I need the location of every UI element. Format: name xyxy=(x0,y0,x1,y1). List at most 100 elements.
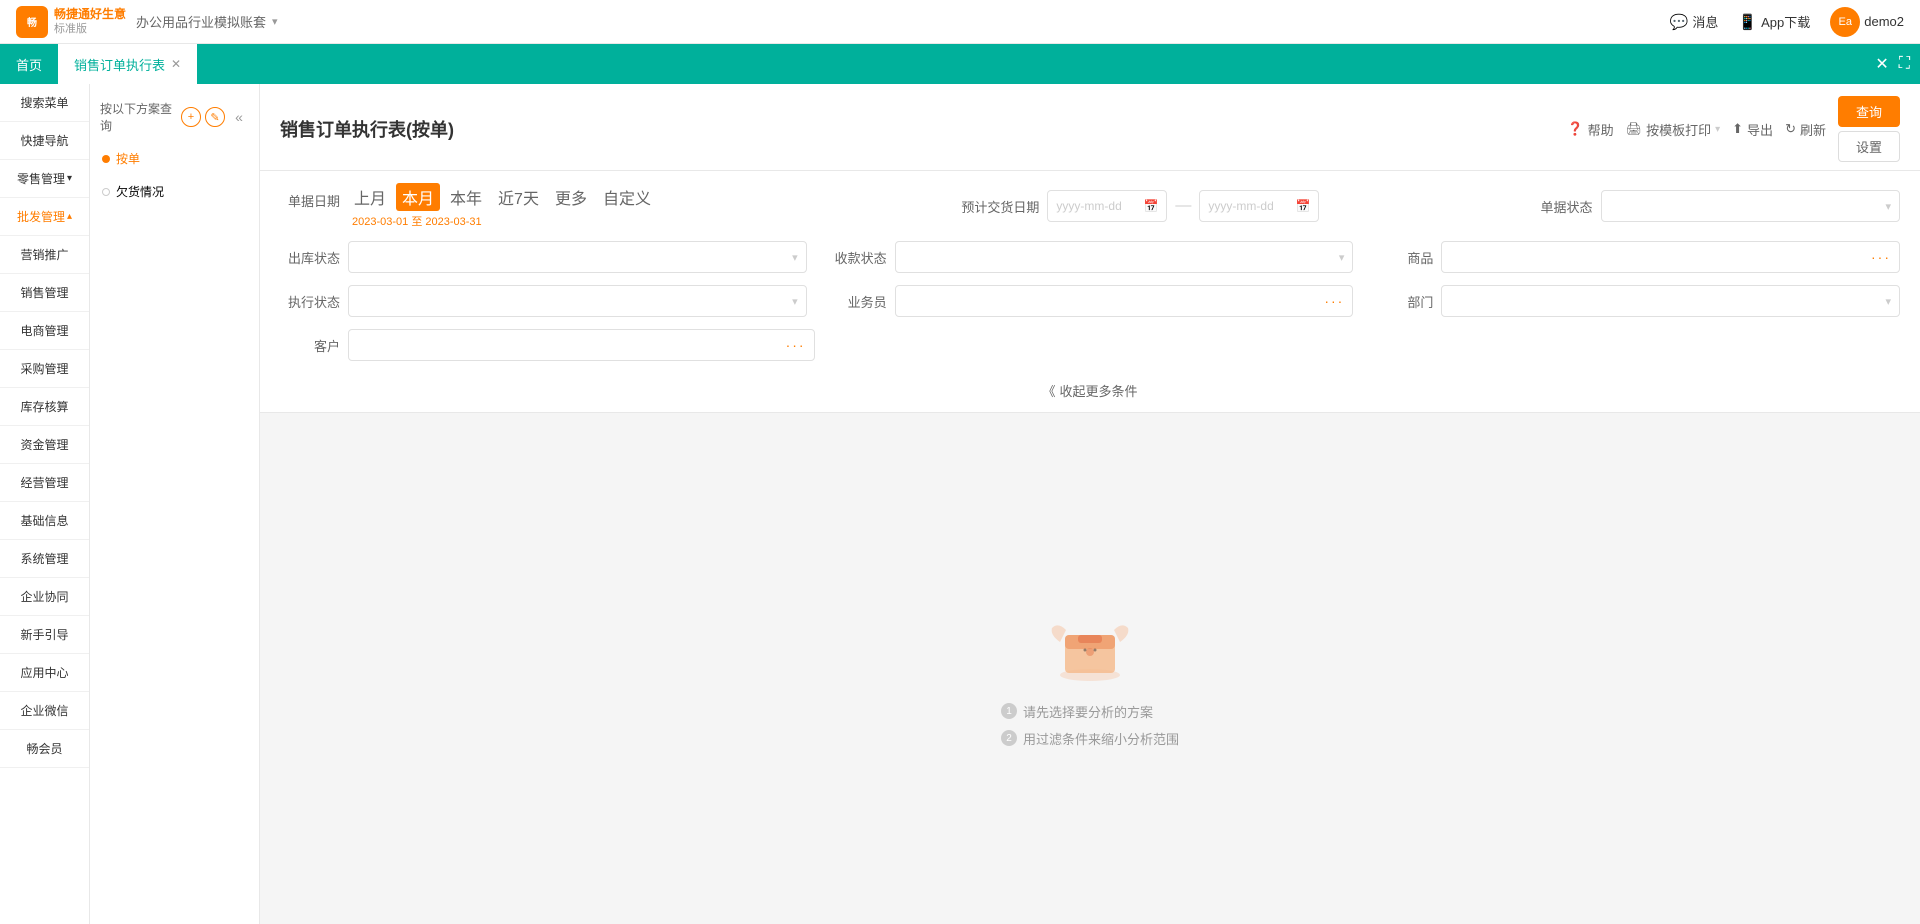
payment-status-select[interactable]: ▾ xyxy=(895,241,1354,273)
add-scheme-button[interactable]: + xyxy=(181,107,201,127)
export-button[interactable]: ⬆ 导出 xyxy=(1732,120,1773,139)
date-tab-last-month[interactable]: 上月 xyxy=(348,183,392,211)
logo-text-line2: 标准版 xyxy=(54,22,126,36)
calendar-start-icon: 📅 xyxy=(1143,199,1158,213)
product-picker[interactable]: ··· xyxy=(1441,241,1900,273)
customer-picker[interactable]: ··· xyxy=(348,329,815,361)
tip-text-2: 用过滤条件来缩小分析范围 xyxy=(1023,729,1179,748)
refresh-button[interactable]: ↻ 刷新 xyxy=(1785,120,1826,139)
breadcrumb[interactable]: 办公用品行业模拟账套 ▾ xyxy=(136,12,278,31)
sidebar-sales-label: 销售管理 xyxy=(20,286,68,300)
tab-home[interactable]: 首页 xyxy=(0,44,58,84)
sidebar-wechat-label: 企业微信 xyxy=(20,704,68,718)
sidebar-retail-label: 零售管理 xyxy=(17,170,65,187)
sidebar-item-ecommerce[interactable]: 电商管理 xyxy=(0,312,89,350)
date-tab-7days[interactable]: 近7天 xyxy=(492,183,545,211)
sidebar-operations-label: 经营管理 xyxy=(20,476,68,490)
left-panel-header: 按以下方案查询 + ✎ « xyxy=(90,94,259,142)
filter-dept: 部门 ▾ xyxy=(1373,285,1900,317)
sidebar-item-app-center[interactable]: 应用中心 xyxy=(0,654,89,692)
chevron-up-icon: ▴ xyxy=(67,211,72,222)
date-tab-more[interactable]: 更多 xyxy=(549,183,593,211)
setting-button[interactable]: 设置 xyxy=(1838,131,1900,162)
tab-close-icon[interactable]: ✕ xyxy=(171,58,181,70)
tab-controls: ✕ ⛶ xyxy=(1865,54,1920,74)
filter-area: 单据日期 上月 本月 本年 近7天 更多 自定义 2023-03-01 至 20… xyxy=(260,171,1920,413)
date-range-display: 2023-03-01 至 2023-03-31 xyxy=(348,213,657,229)
salesperson-dots-icon: ··· xyxy=(1324,293,1344,309)
forecast-date-start-input[interactable]: yyyy-mm-dd 📅 xyxy=(1047,190,1167,222)
scheme-item-shortage[interactable]: 欠货情况 xyxy=(90,175,259,208)
print-dropdown-icon: ▾ xyxy=(1715,124,1720,135)
sidebar-item-member[interactable]: 畅会员 xyxy=(0,730,89,768)
tip-text-1: 请先选择要分析的方案 xyxy=(1023,702,1153,721)
print-button[interactable]: 🖨 按模板打印 ▾ xyxy=(1626,120,1721,139)
scheme-item-order-label: 按单 xyxy=(116,150,140,167)
sidebar-finance-label: 资金管理 xyxy=(20,438,68,452)
avatar-text: Ea xyxy=(1839,16,1852,28)
query-button[interactable]: 查询 xyxy=(1838,96,1900,127)
sidebar-item-retail[interactable]: 零售管理 ▾ xyxy=(0,160,89,198)
tip-num-1: 1 xyxy=(1001,703,1017,719)
breadcrumb-text: 办公用品行业模拟账套 xyxy=(136,12,266,31)
sidebar-item-marketing[interactable]: 营销推广 xyxy=(0,236,89,274)
filter-exec-status: 执行状态 ▾ xyxy=(280,285,807,317)
sidebar-purchase-label: 采购管理 xyxy=(20,362,68,376)
calendar-end-icon: 📅 xyxy=(1295,199,1310,213)
help-icon: ❓ xyxy=(1567,121,1583,137)
salesperson-picker[interactable]: ··· xyxy=(895,285,1354,317)
product-dots-icon: ··· xyxy=(1871,249,1891,265)
stock-status-select[interactable]: ▾ xyxy=(348,241,807,273)
sidebar-item-finance[interactable]: 资金管理 xyxy=(0,426,89,464)
tab-sales-order[interactable]: 销售订单执行表 ✕ xyxy=(58,44,197,84)
sidebar-item-sales[interactable]: 销售管理 xyxy=(0,274,89,312)
date-tabs-group: 上月 本月 本年 近7天 更多 自定义 xyxy=(348,183,657,211)
user-menu[interactable]: Ea demo2 xyxy=(1830,7,1904,37)
filter-row-1: 单据日期 上月 本月 本年 近7天 更多 自定义 2023-03-01 至 20… xyxy=(280,183,1900,229)
app-download-button[interactable]: 📱 App下载 xyxy=(1738,12,1810,31)
user-avatar: Ea xyxy=(1830,7,1860,37)
empty-illustration xyxy=(1040,590,1140,690)
collapse-label: 收起更多条件 xyxy=(1060,381,1138,400)
sidebar-item-wechat[interactable]: 企业微信 xyxy=(0,692,89,730)
forecast-date-label: 预计交货日期 xyxy=(961,197,1039,216)
app-download-label: App下载 xyxy=(1761,12,1810,31)
date-tab-this-month[interactable]: 本月 xyxy=(396,183,440,211)
sidebar-item-cooperation[interactable]: 企业协同 xyxy=(0,578,89,616)
sidebar-item-inventory[interactable]: 库存核算 xyxy=(0,388,89,426)
header-right: 💬 消息 📱 App下载 Ea demo2 xyxy=(1670,7,1904,37)
collapse-panel-button[interactable]: « xyxy=(229,107,249,127)
filter-row-3: 执行状态 ▾ 业务员 ··· 部门 xyxy=(280,285,1900,317)
logo-area: 畅 畅捷通好生意 标准版 xyxy=(16,6,126,38)
sidebar-item-quick-nav[interactable]: 快捷导航 xyxy=(0,122,89,160)
help-button[interactable]: ❓ 帮助 xyxy=(1567,120,1613,139)
status-select[interactable]: ▾ xyxy=(1601,190,1900,222)
header-left: 畅 畅捷通好生意 标准版 办公用品行业模拟账套 ▾ xyxy=(16,6,278,38)
sidebar-item-system[interactable]: 系统管理 xyxy=(0,540,89,578)
sidebar-item-base-info[interactable]: 基础信息 xyxy=(0,502,89,540)
scheme-item-order[interactable]: 按单 xyxy=(90,142,259,175)
sidebar-item-operations[interactable]: 经营管理 xyxy=(0,464,89,502)
tab-close-all-icon[interactable]: ✕ xyxy=(1875,54,1888,74)
tab-expand-icon[interactable]: ⛶ xyxy=(1899,55,1910,73)
sidebar-item-wholesale[interactable]: 批发管理 ▴ xyxy=(0,198,89,236)
sidebar-item-purchase[interactable]: 采购管理 xyxy=(0,350,89,388)
left-panel-icons: + ✎ « xyxy=(181,107,249,127)
main-panel: 销售订单执行表(按单) ❓ 帮助 🖨 按模板打印 ▾ ⬆ 导出 xyxy=(260,84,1920,924)
edit-scheme-button[interactable]: ✎ xyxy=(205,107,225,127)
exec-status-select[interactable]: ▾ xyxy=(348,285,807,317)
date-tab-this-year[interactable]: 本年 xyxy=(444,183,488,211)
salesperson-label: 业务员 xyxy=(827,292,887,311)
svg-text:畅: 畅 xyxy=(27,16,37,29)
empty-tip-2: 2 用过滤条件来缩小分析范围 xyxy=(1001,729,1179,748)
sidebar-item-guide[interactable]: 新手引导 xyxy=(0,616,89,654)
sidebar-item-search[interactable]: 搜索菜单 xyxy=(0,84,89,122)
forecast-date-end-input[interactable]: yyyy-mm-dd 📅 xyxy=(1199,190,1319,222)
message-button[interactable]: 💬 消息 xyxy=(1670,12,1719,31)
date-tab-custom[interactable]: 自定义 xyxy=(597,183,657,211)
tab-sales-order-label: 销售订单执行表 xyxy=(74,55,165,74)
dept-select[interactable]: ▾ xyxy=(1441,285,1900,317)
sidebar-inventory-label: 库存核算 xyxy=(20,400,68,414)
forecast-end-placeholder: yyyy-mm-dd xyxy=(1208,199,1273,213)
collapse-filter-button[interactable]: 《 收起更多条件 xyxy=(280,373,1900,400)
